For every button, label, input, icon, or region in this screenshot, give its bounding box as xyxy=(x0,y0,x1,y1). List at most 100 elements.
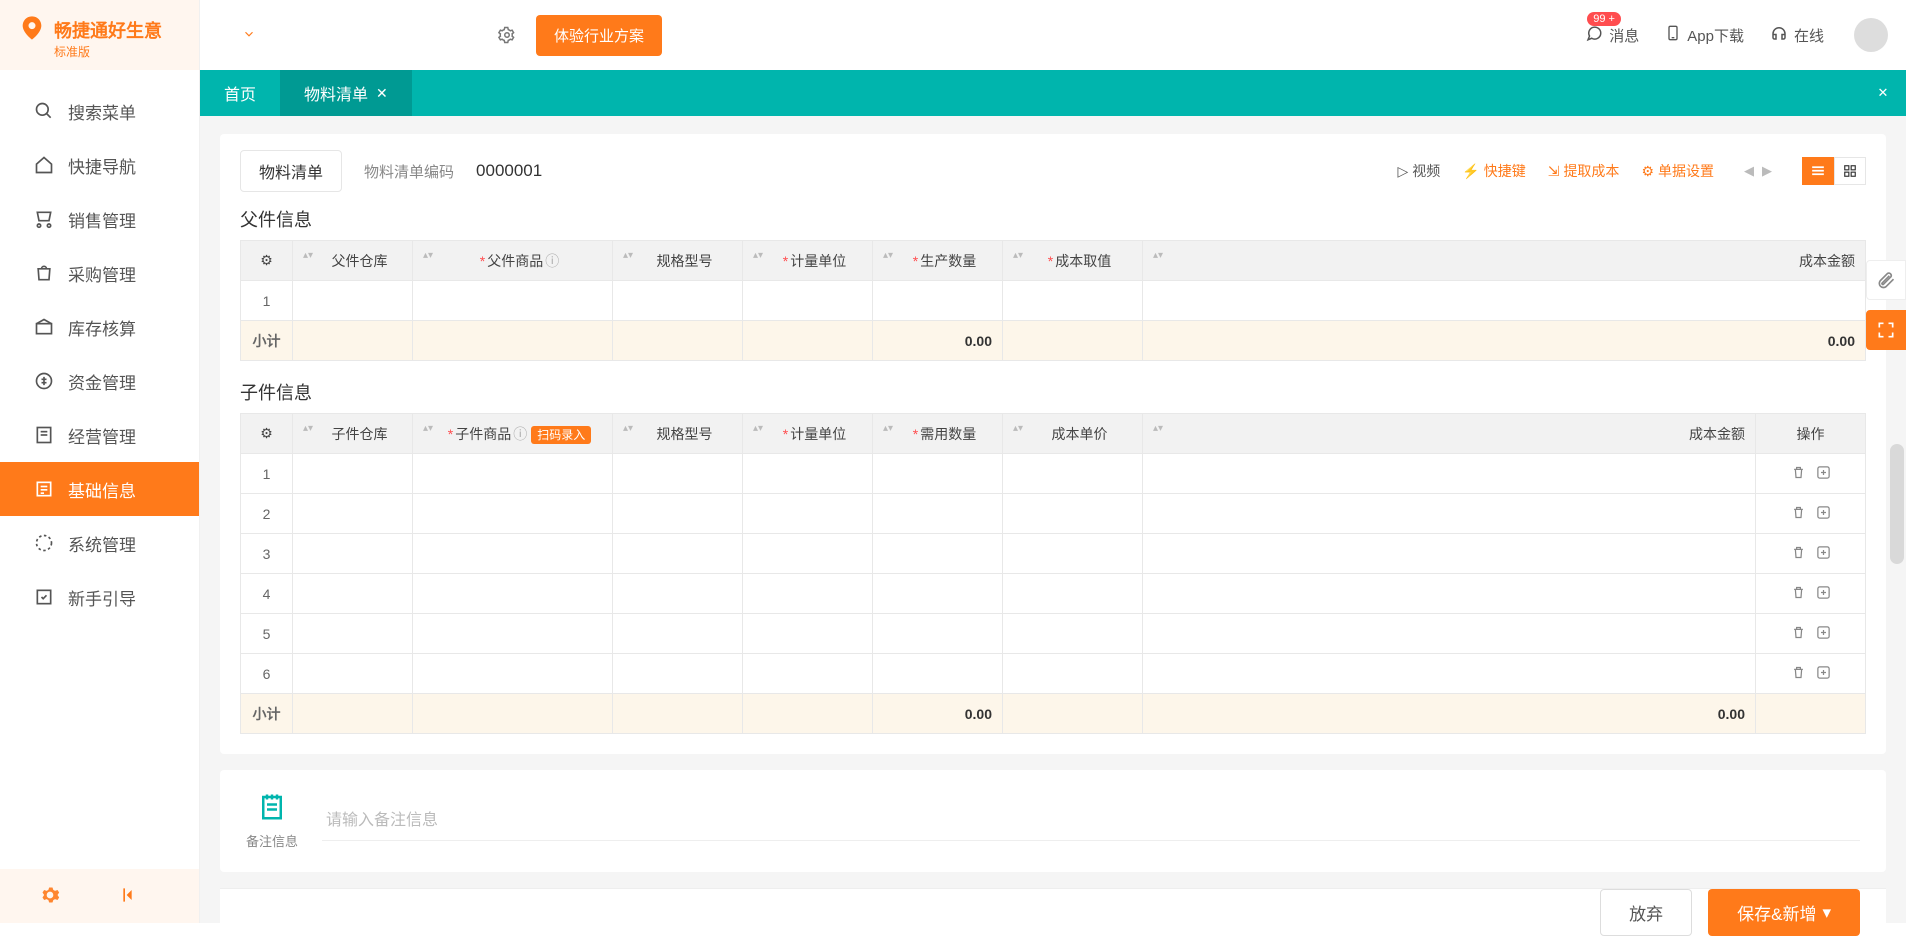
sidebar-item-operation[interactable]: 经营管理 xyxy=(0,408,199,462)
sidebar-item-quicknav[interactable]: 快捷导航 xyxy=(0,138,199,192)
cell[interactable] xyxy=(873,281,1003,321)
cell[interactable] xyxy=(873,494,1003,534)
view-card-button[interactable] xyxy=(1834,157,1866,185)
add-icon[interactable] xyxy=(1816,627,1831,643)
cell[interactable] xyxy=(413,614,613,654)
add-icon[interactable] xyxy=(1816,667,1831,683)
prev-icon[interactable]: ◀ xyxy=(1744,163,1754,179)
cell[interactable] xyxy=(413,494,613,534)
cell[interactable] xyxy=(873,454,1003,494)
messages-link[interactable]: 99 + 消息 xyxy=(1579,20,1645,50)
cell[interactable] xyxy=(613,454,743,494)
cell[interactable] xyxy=(743,614,873,654)
add-icon[interactable] xyxy=(1816,587,1831,603)
col-config[interactable]: ⚙ xyxy=(241,414,293,454)
org-select[interactable] xyxy=(218,21,478,50)
cell[interactable] xyxy=(1003,494,1143,534)
col-parent-product[interactable]: ▴▾*父件商品ⓘ xyxy=(413,241,613,281)
cell[interactable] xyxy=(1003,534,1143,574)
collapse-icon[interactable] xyxy=(120,885,140,908)
cell[interactable] xyxy=(293,654,413,694)
child-row[interactable]: 5 xyxy=(241,614,1866,654)
sidebar-item-guide[interactable]: 新手引导 xyxy=(0,570,199,624)
delete-icon[interactable] xyxy=(1791,467,1806,483)
col-parent-cost-amount[interactable]: ▴▾成本金额 xyxy=(1143,241,1866,281)
next-icon[interactable]: ▶ xyxy=(1762,163,1772,179)
cell[interactable] xyxy=(873,614,1003,654)
sidebar-item-funds[interactable]: 资金管理 xyxy=(0,354,199,408)
col-parent-unit[interactable]: ▴▾*计量单位 xyxy=(743,241,873,281)
cell[interactable] xyxy=(293,454,413,494)
scan-entry-tag[interactable]: 扫码录入 xyxy=(531,426,591,444)
delete-icon[interactable] xyxy=(1791,507,1806,523)
cell[interactable] xyxy=(293,494,413,534)
action-extract-cost[interactable]: ⇲提取成本 xyxy=(1548,161,1620,181)
child-row[interactable]: 1 xyxy=(241,454,1866,494)
cell[interactable] xyxy=(743,574,873,614)
cell[interactable] xyxy=(413,454,613,494)
cell[interactable] xyxy=(1143,574,1756,614)
col-child-unit[interactable]: ▴▾*计量单位 xyxy=(743,414,873,454)
cell[interactable] xyxy=(613,494,743,534)
support-link[interactable]: 在线 xyxy=(1764,20,1830,50)
col-child-cost-amount[interactable]: ▴▾成本金额 xyxy=(1143,414,1756,454)
col-parent-cost-basis[interactable]: ▴▾*成本取值 xyxy=(1003,241,1143,281)
cell[interactable] xyxy=(1003,574,1143,614)
cell[interactable] xyxy=(613,614,743,654)
parent-row[interactable]: 1 xyxy=(241,281,1866,321)
cell[interactable] xyxy=(293,281,413,321)
scrollbar[interactable] xyxy=(1890,444,1904,564)
child-row[interactable]: 4 xyxy=(241,574,1866,614)
col-child-warehouse[interactable]: ▴▾子件仓库 xyxy=(293,414,413,454)
action-doc-settings[interactable]: ⚙单据设置 xyxy=(1641,161,1714,181)
cell[interactable] xyxy=(743,494,873,534)
sidebar-item-basedata[interactable]: 基础信息 xyxy=(0,462,199,516)
attachment-button[interactable] xyxy=(1866,260,1906,300)
sidebar-item-sales[interactable]: 销售管理 xyxy=(0,192,199,246)
avatar[interactable] xyxy=(1854,18,1888,52)
cell[interactable] xyxy=(873,574,1003,614)
col-parent-spec[interactable]: ▴▾规格型号 xyxy=(613,241,743,281)
discard-button[interactable]: 放弃 xyxy=(1600,889,1692,936)
cell[interactable] xyxy=(1143,494,1756,534)
add-icon[interactable] xyxy=(1816,507,1831,523)
view-list-button[interactable] xyxy=(1802,157,1834,185)
cell[interactable] xyxy=(743,281,873,321)
cell[interactable] xyxy=(293,614,413,654)
sidebar-item-search[interactable]: 搜索菜单 xyxy=(0,84,199,138)
close-icon[interactable]: ✕ xyxy=(376,85,388,102)
doc-type-tab[interactable]: 物料清单 xyxy=(240,150,342,192)
tab-home[interactable]: 首页 xyxy=(200,70,280,116)
cell[interactable] xyxy=(1143,534,1756,574)
cell[interactable] xyxy=(1003,454,1143,494)
child-row[interactable]: 6 xyxy=(241,654,1866,694)
cell[interactable] xyxy=(1143,281,1866,321)
cell[interactable] xyxy=(613,574,743,614)
cell[interactable] xyxy=(413,534,613,574)
cell[interactable] xyxy=(413,654,613,694)
col-child-product[interactable]: ▴▾*子件商品ⓘ扫码录入 xyxy=(413,414,613,454)
action-shortcut[interactable]: ⚡快捷键 xyxy=(1462,161,1525,181)
cell[interactable] xyxy=(413,574,613,614)
sidebar-item-inventory[interactable]: 库存核算 xyxy=(0,300,199,354)
cell[interactable] xyxy=(1143,614,1756,654)
col-child-qty[interactable]: ▴▾*需用数量 xyxy=(873,414,1003,454)
cell[interactable] xyxy=(1003,654,1143,694)
cell[interactable] xyxy=(613,534,743,574)
cell[interactable] xyxy=(1143,654,1756,694)
add-icon[interactable] xyxy=(1816,547,1831,563)
remark-input[interactable] xyxy=(322,802,1860,841)
help-icon[interactable]: ⓘ xyxy=(513,426,527,442)
add-icon[interactable] xyxy=(1816,467,1831,483)
child-row[interactable]: 3 xyxy=(241,534,1866,574)
delete-icon[interactable] xyxy=(1791,587,1806,603)
col-child-unit-cost[interactable]: ▴▾成本单价 xyxy=(1003,414,1143,454)
tabs-close-all[interactable]: ✕ xyxy=(1860,70,1906,116)
cell[interactable] xyxy=(873,534,1003,574)
sidebar-item-system[interactable]: 系统管理 xyxy=(0,516,199,570)
help-icon[interactable]: ⓘ xyxy=(545,253,559,269)
cell[interactable] xyxy=(1143,454,1756,494)
sidebar-item-purchase[interactable]: 采购管理 xyxy=(0,246,199,300)
fullscreen-button[interactable] xyxy=(1866,310,1906,350)
cell[interactable] xyxy=(1003,281,1143,321)
